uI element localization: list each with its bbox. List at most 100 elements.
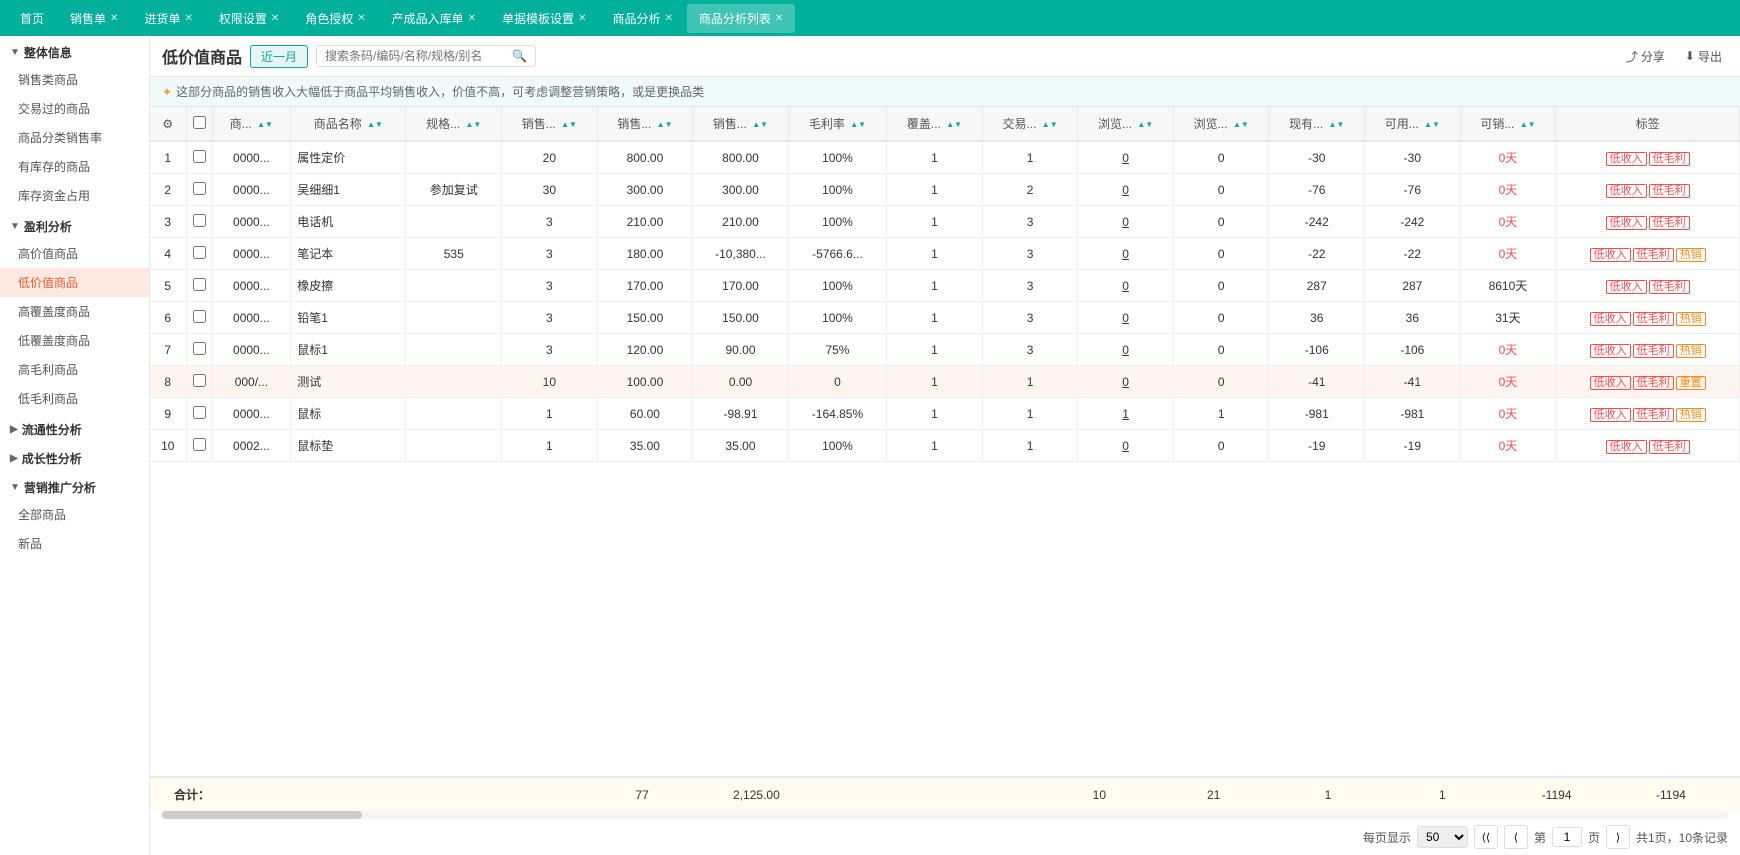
row-view1[interactable]: 1 bbox=[1078, 398, 1174, 430]
gear-icon[interactable]: ⚙ bbox=[162, 117, 173, 131]
row-checkbox[interactable] bbox=[186, 270, 212, 302]
sidebar-item-low-coverage[interactable]: 低覆盖度商品 bbox=[0, 326, 149, 355]
row-checkbox[interactable] bbox=[186, 334, 212, 366]
col-sales-qty[interactable]: 销售... ▲▼ bbox=[502, 107, 598, 141]
sort-arrows-gross[interactable]: ▲▼ bbox=[850, 121, 866, 129]
col-sales-amount[interactable]: 销售... ▲▼ bbox=[693, 107, 789, 141]
nav-product-analysis[interactable]: 商品分析 ✕ bbox=[600, 4, 684, 33]
nav-product-analysis-list[interactable]: 商品分析列表 ✕ bbox=[687, 4, 795, 33]
col-coverage[interactable]: 覆盖... ▲▼ bbox=[887, 107, 983, 141]
close-sales-order[interactable]: ✕ bbox=[110, 13, 118, 24]
sort-arrows-sales-amount[interactable]: ▲▼ bbox=[752, 121, 768, 129]
row-view1[interactable]: 0 bbox=[1078, 270, 1174, 302]
row-checkbox[interactable] bbox=[186, 238, 212, 270]
sort-arrows-code[interactable]: ▲▼ bbox=[257, 121, 273, 129]
nav-template-settings[interactable]: 单据模板设置 ✕ bbox=[490, 4, 598, 33]
col-trade[interactable]: 交易... ▲▼ bbox=[982, 107, 1078, 141]
close-template-settings[interactable]: ✕ bbox=[578, 13, 586, 24]
row-view1[interactable]: 0 bbox=[1078, 302, 1174, 334]
close-product-analysis[interactable]: ✕ bbox=[664, 13, 672, 24]
sidebar-item-all-products[interactable]: 全部商品 bbox=[0, 500, 149, 529]
row-view1[interactable]: 0 bbox=[1078, 238, 1174, 270]
row-view1[interactable]: 0 bbox=[1078, 334, 1174, 366]
sidebar-item-stock-capital[interactable]: 库存资金占用 bbox=[0, 181, 149, 210]
row-view1[interactable]: 0 bbox=[1078, 366, 1174, 398]
row-view1[interactable]: 0 bbox=[1078, 141, 1174, 174]
sort-arrows-current[interactable]: ▲▼ bbox=[1329, 121, 1345, 129]
sidebar-item-in-stock[interactable]: 有库存的商品 bbox=[0, 152, 149, 181]
sort-arrows-available[interactable]: ▲▼ bbox=[1424, 121, 1440, 129]
close-role-auth[interactable]: ✕ bbox=[357, 13, 365, 24]
nav-sales-order[interactable]: 销售单 ✕ bbox=[58, 4, 130, 33]
row-view1[interactable]: 0 bbox=[1078, 206, 1174, 238]
sidebar-item-new-products[interactable]: 新品 bbox=[0, 529, 149, 558]
col-tags[interactable]: 标签 bbox=[1556, 107, 1740, 141]
first-page-button[interactable]: ⟨⟨ bbox=[1474, 825, 1498, 849]
close-product-analysis-list[interactable]: ✕ bbox=[775, 13, 783, 24]
col-available-stock[interactable]: 可用... ▲▼ bbox=[1365, 107, 1461, 141]
table-container[interactable]: ⚙ 商... ▲▼ 商品名称 ▲▼ bbox=[150, 107, 1740, 776]
nav-role-auth[interactable]: 角色授权 ✕ bbox=[293, 4, 377, 33]
row-view1[interactable]: 0 bbox=[1078, 430, 1174, 462]
close-permissions[interactable]: ✕ bbox=[271, 13, 279, 24]
sidebar-item-sales-products[interactable]: 销售类商品 bbox=[0, 65, 149, 94]
sidebar-item-high-value[interactable]: 高价值商品 bbox=[0, 239, 149, 268]
select-all-checkbox[interactable] bbox=[193, 116, 206, 129]
sidebar-group-profit[interactable]: ▼ 盈利分析 bbox=[0, 210, 149, 239]
col-gross-margin[interactable]: 毛利率 ▲▼ bbox=[788, 107, 886, 141]
sort-arrows-view2[interactable]: ▲▼ bbox=[1233, 121, 1249, 129]
row-checkbox[interactable] bbox=[186, 141, 212, 174]
col-checkbox[interactable] bbox=[186, 107, 212, 141]
col-name[interactable]: 商品名称 ▲▼ bbox=[291, 107, 406, 141]
sort-arrows-name[interactable]: ▲▼ bbox=[367, 121, 383, 129]
sort-arrows-spec[interactable]: ▲▼ bbox=[466, 121, 482, 129]
sidebar-item-low-gross[interactable]: 低毛利商品 bbox=[0, 384, 149, 413]
close-purchase-order[interactable]: ✕ bbox=[184, 13, 192, 24]
search-icon[interactable]: 🔍 bbox=[512, 49, 527, 63]
col-saleable-days[interactable]: 可销... ▲▼ bbox=[1460, 107, 1556, 141]
close-product-warehouse[interactable]: ✕ bbox=[468, 13, 476, 24]
nav-permissions[interactable]: 权限设置 ✕ bbox=[207, 4, 291, 33]
sort-arrows-saleable[interactable]: ▲▼ bbox=[1520, 121, 1536, 129]
row-checkbox[interactable] bbox=[186, 398, 212, 430]
sidebar-item-high-gross[interactable]: 高毛利商品 bbox=[0, 355, 149, 384]
col-view1[interactable]: 浏览... ▲▼ bbox=[1078, 107, 1174, 141]
share-button[interactable]: ⤴ 分享 bbox=[1620, 45, 1671, 68]
next-page-button[interactable]: ⟩ bbox=[1606, 825, 1630, 849]
sort-arrows-coverage[interactable]: ▲▼ bbox=[946, 121, 962, 129]
nav-home[interactable]: 首页 bbox=[8, 4, 56, 33]
col-view2[interactable]: 浏览... ▲▼ bbox=[1173, 107, 1269, 141]
prev-page-button[interactable]: ⟨ bbox=[1504, 825, 1528, 849]
col-spec[interactable]: 规格... ▲▼ bbox=[406, 107, 502, 141]
export-button[interactable]: ⬇ 导出 bbox=[1679, 45, 1728, 68]
col-current-stock[interactable]: 现有... ▲▼ bbox=[1269, 107, 1365, 141]
sidebar-item-category-sales-rate[interactable]: 商品分类销售率 bbox=[0, 123, 149, 152]
row-checkbox[interactable] bbox=[186, 174, 212, 206]
per-page-select[interactable]: 50 20 100 bbox=[1417, 826, 1468, 848]
sidebar-item-low-value[interactable]: 低价值商品 bbox=[0, 268, 149, 297]
scrollbar-track[interactable] bbox=[162, 811, 1728, 819]
nav-product-warehouse[interactable]: 产成品入库单 ✕ bbox=[380, 4, 488, 33]
row-checkbox[interactable] bbox=[186, 366, 212, 398]
row-checkbox[interactable] bbox=[186, 302, 212, 334]
sort-arrows-sales-qty[interactable]: ▲▼ bbox=[561, 121, 577, 129]
row-checkbox[interactable] bbox=[186, 206, 212, 238]
sidebar-group-growth[interactable]: ▶ 成长性分析 bbox=[0, 442, 149, 471]
sort-arrows-sales-price[interactable]: ▲▼ bbox=[657, 121, 673, 129]
sidebar-item-high-coverage[interactable]: 高覆盖度商品 bbox=[0, 297, 149, 326]
sidebar-group-circulation[interactable]: ▶ 流通性分析 bbox=[0, 413, 149, 442]
row-checkbox[interactable] bbox=[186, 430, 212, 462]
sidebar-group-marketing[interactable]: ▼ 营销推广分析 bbox=[0, 471, 149, 500]
sort-arrows-trade[interactable]: ▲▼ bbox=[1042, 121, 1058, 129]
col-settings[interactable]: ⚙ bbox=[150, 107, 186, 141]
scrollbar-thumb[interactable] bbox=[162, 811, 362, 819]
nav-purchase-order[interactable]: 进货单 ✕ bbox=[132, 4, 204, 33]
search-input[interactable] bbox=[325, 49, 508, 63]
sidebar-item-traded-products[interactable]: 交易过的商品 bbox=[0, 94, 149, 123]
col-code[interactable]: 商... ▲▼ bbox=[212, 107, 291, 141]
col-sales-price[interactable]: 销售... ▲▼ bbox=[597, 107, 693, 141]
sort-arrows-view1[interactable]: ▲▼ bbox=[1137, 121, 1153, 129]
page-number-input[interactable] bbox=[1552, 827, 1582, 847]
filter-recent-month-button[interactable]: 近一月 bbox=[250, 45, 308, 68]
sidebar-group-overall[interactable]: ▼ 整体信息 bbox=[0, 36, 149, 65]
